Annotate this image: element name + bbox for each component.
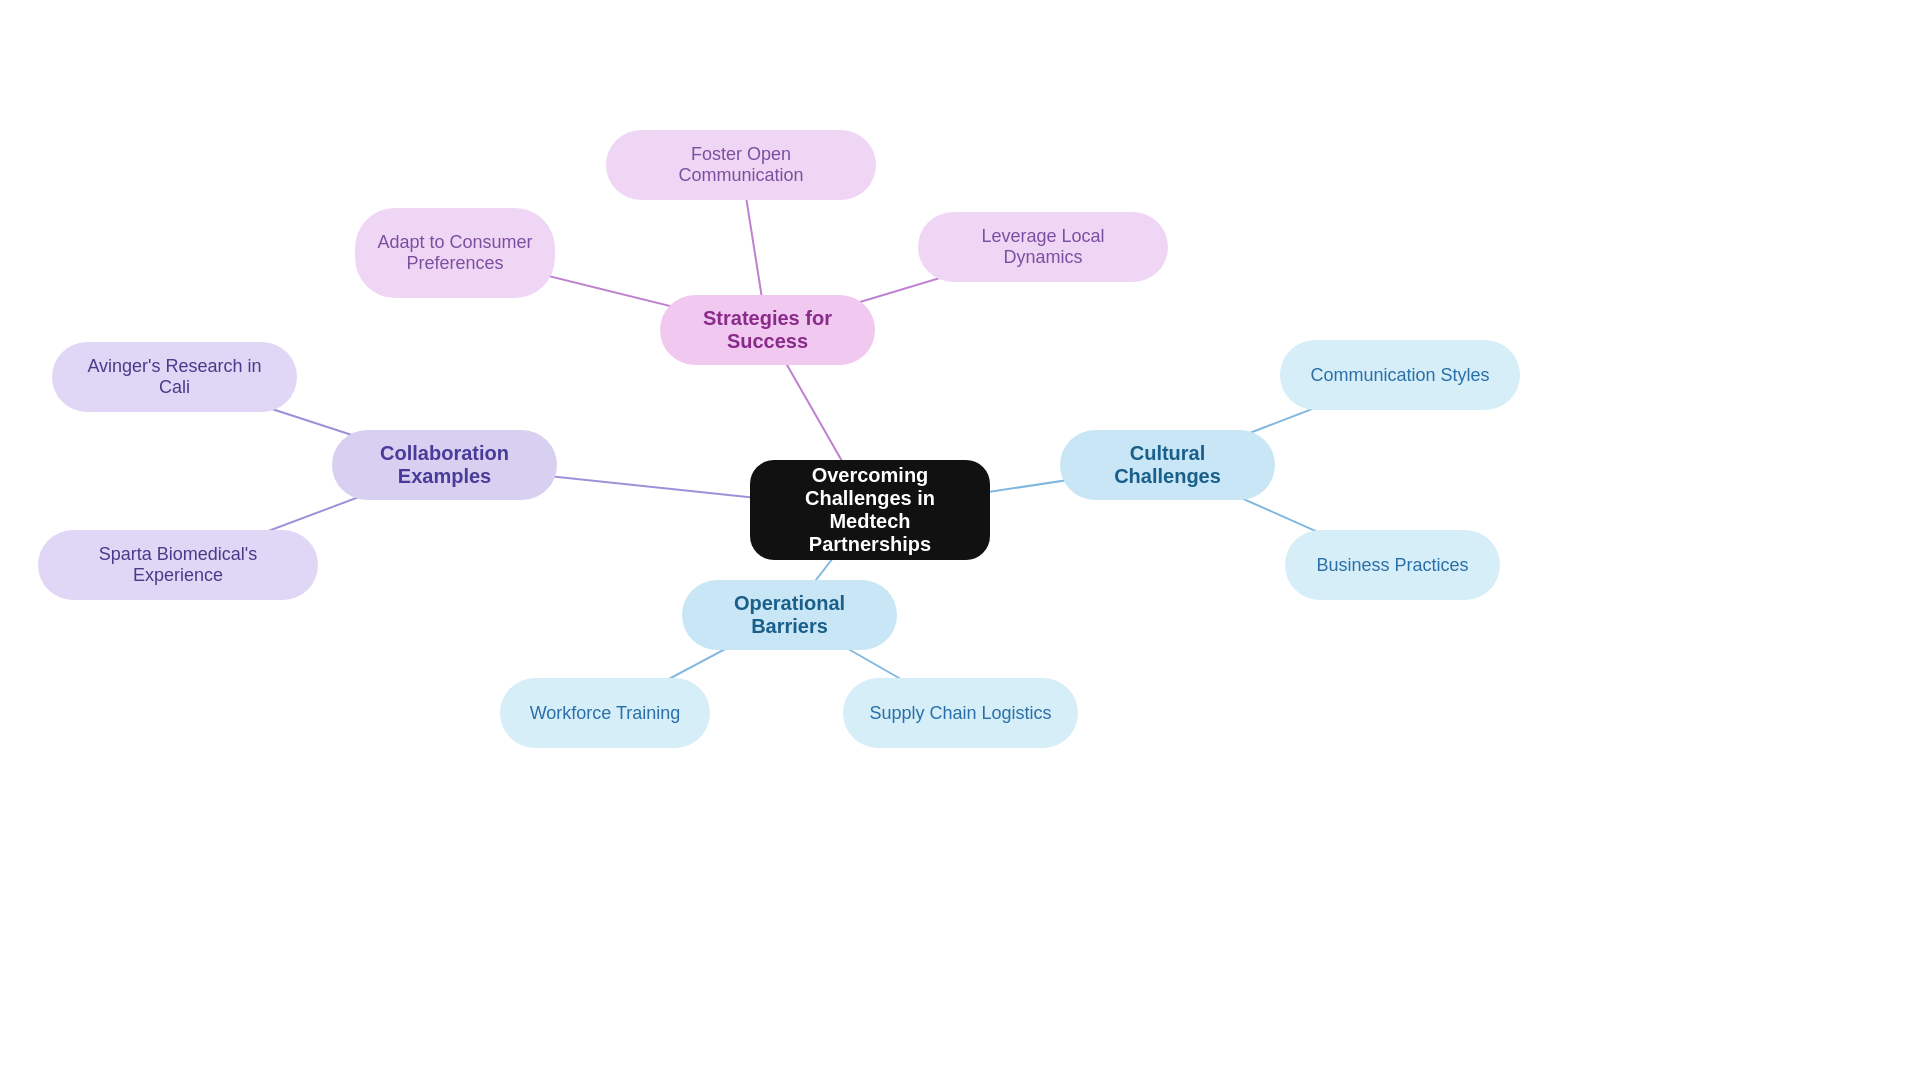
center-node: Overcoming Challenges in Medtech Partner… (750, 460, 990, 560)
sparta-node: Sparta Biomedical's Experience (38, 530, 318, 600)
leverage-node: Leverage Local Dynamics (918, 212, 1168, 282)
avinger-label: Avinger's Research in Cali (74, 356, 275, 398)
operational-label: Operational Barriers (704, 592, 875, 638)
foster-node: Foster Open Communication (606, 130, 876, 200)
cultural-node: Cultural Challenges (1060, 430, 1275, 500)
workforce-label: Workforce Training (530, 703, 681, 724)
center-label: Overcoming Challenges in Medtech Partner… (772, 464, 968, 556)
strategies-node: Strategies for Success (660, 295, 875, 365)
supply-label: Supply Chain Logistics (869, 703, 1051, 724)
adapt-label: Adapt to Consumer Preferences (377, 232, 532, 274)
sparta-label: Sparta Biomedical's Experience (60, 544, 296, 586)
foster-label: Foster Open Communication (628, 144, 854, 186)
collaboration-node: Collaboration Examples (332, 430, 557, 500)
business-node: Business Practices (1285, 530, 1500, 600)
communication-node: Communication Styles (1280, 340, 1520, 410)
operational-node: Operational Barriers (682, 580, 897, 650)
adapt-node: Adapt to Consumer Preferences (355, 208, 555, 298)
collaboration-label: Collaboration Examples (354, 442, 535, 488)
supply-node: Supply Chain Logistics (843, 678, 1078, 748)
leverage-label: Leverage Local Dynamics (940, 226, 1146, 268)
communication-label: Communication Styles (1310, 365, 1489, 386)
strategies-label: Strategies for Success (682, 307, 853, 353)
business-label: Business Practices (1316, 555, 1468, 576)
cultural-label: Cultural Challenges (1082, 442, 1253, 488)
avinger-node: Avinger's Research in Cali (52, 342, 297, 412)
workforce-node: Workforce Training (500, 678, 710, 748)
